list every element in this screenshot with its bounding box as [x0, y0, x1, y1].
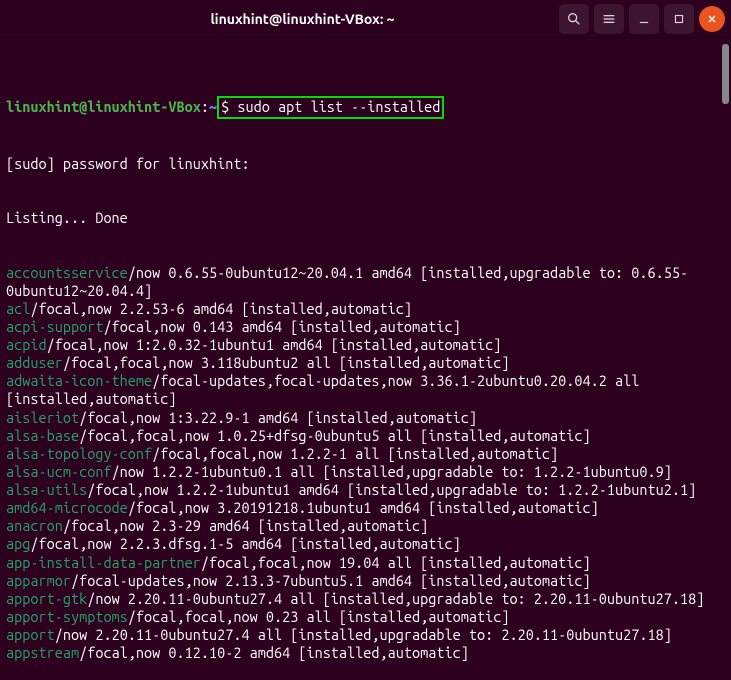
command-highlight: $ sudo apt list --installed: [217, 96, 444, 118]
titlebar-controls: [559, 4, 725, 34]
package-name: accountsservice: [6, 264, 128, 281]
package-details: /focal,focal,now 1.2.2-1 all [installed,…: [152, 445, 558, 462]
package-line: apport/now 2.20.11-0ubuntu27.4 all [inst…: [6, 626, 725, 644]
package-name: anacron: [6, 517, 63, 534]
package-name: adduser: [6, 354, 63, 371]
prompt-line: linuxhint@linuxhint-VBox:~$ sudo apt lis…: [6, 96, 725, 118]
package-line: accountsservice/now 0.6.55-0ubuntu12~20.…: [6, 264, 725, 300]
package-details: /focal,now 1:2.0.32-1ubuntu1 amd64 [inst…: [47, 336, 502, 353]
search-icon: [566, 11, 582, 27]
package-name: alsa-topology-conf: [6, 445, 152, 462]
package-details: /focal,now 2.2.3.dfsg.1-5 amd64 [install…: [30, 535, 460, 552]
maximize-icon: [672, 12, 686, 26]
package-line: apparmor/focal-updates,now 2.13.3-7ubunt…: [6, 572, 725, 590]
package-name: apg: [6, 535, 30, 552]
package-details: /now 2.20.11-0ubuntu27.4 all [installed,…: [55, 626, 672, 643]
package-line: acpi-support/focal,now 0.143 amd64 [inst…: [6, 318, 725, 336]
package-details: /focal,now 1:3.22.9-1 amd64 [installed,a…: [79, 409, 477, 426]
package-line: alsa-topology-conf/focal,focal,now 1.2.2…: [6, 445, 725, 463]
package-name: alsa-utils: [6, 481, 87, 498]
package-line: amd64-microcode/focal,now 3.20191218.1ub…: [6, 499, 725, 517]
package-name: apparmor: [6, 572, 71, 589]
package-name: acpid: [6, 336, 47, 353]
package-name: appstream: [6, 644, 79, 661]
close-button[interactable]: [699, 6, 725, 32]
package-line: adduser/focal,focal,now 3.118ubuntu2 all…: [6, 354, 725, 372]
package-name: acpi-support: [6, 318, 103, 335]
package-name: amd64-microcode: [6, 499, 128, 516]
package-name: acl: [6, 300, 30, 317]
package-line: apport-gtk/now 2.20.11-0ubuntu27.4 all […: [6, 590, 725, 608]
package-name: alsa-ucm-conf: [6, 463, 112, 480]
package-line: appstream/focal,now 0.12.10-2 amd64 [ins…: [6, 644, 725, 662]
package-details: /focal,now 0.12.10-2 amd64 [installed,au…: [79, 644, 469, 661]
search-button[interactable]: [559, 4, 589, 34]
window-title: linuxhint@linuxhint-VBox: ~: [46, 11, 559, 27]
package-name: apport-symptoms: [6, 608, 128, 625]
package-details: /focal,focal,now 0.23 all [installed,aut…: [128, 608, 510, 625]
package-line: anacron/focal,now 2.3-29 amd64 [installe…: [6, 517, 725, 535]
terminal-content[interactable]: linuxhint@linuxhint-VBox:~$ sudo apt lis…: [0, 38, 731, 568]
prompt-user-host: linuxhint@linuxhint-VBox: [6, 98, 201, 115]
package-line: apport-symptoms/focal,focal,now 0.23 all…: [6, 608, 725, 626]
package-line: adwaita-icon-theme/focal-updates,focal-u…: [6, 372, 725, 408]
package-details: /focal,now 1.2.2-1ubuntu1 amd64 [install…: [87, 481, 696, 498]
titlebar: linuxhint@linuxhint-VBox: ~: [0, 0, 731, 38]
package-line: alsa-ucm-conf/now 1.2.2-1ubuntu0.1 all […: [6, 463, 725, 481]
scrollbar[interactable]: [722, 44, 729, 104]
close-icon: [706, 13, 718, 25]
package-details: /focal,focal,now 1.0.25+dfsg-0ubuntu5 al…: [79, 427, 591, 444]
minimize-icon: [637, 12, 651, 26]
minimize-button[interactable]: [629, 4, 659, 34]
package-line: acpid/focal,now 1:2.0.32-1ubuntu1 amd64 …: [6, 336, 725, 354]
package-line: app-install-data-partner/focal,focal,now…: [6, 554, 725, 572]
package-name: apport: [6, 626, 55, 643]
maximize-button[interactable]: [664, 4, 694, 34]
package-details: /focal-updates,now 2.13.3-7ubuntu5.1 amd…: [71, 572, 591, 589]
package-name: aisleriot: [6, 409, 79, 426]
package-details: /focal,now 3.20191218.1ubuntu1 amd64 [in…: [128, 499, 599, 516]
prompt-path: ~: [209, 98, 217, 115]
package-details: /focal,focal,now 3.118ubuntu2 all [insta…: [63, 354, 510, 371]
package-details: /focal,now 2.3-29 amd64 [installed,autom…: [63, 517, 428, 534]
package-name: adwaita-icon-theme: [6, 372, 152, 389]
package-details: /now 1.2.2-1ubuntu0.1 all [installed,upg…: [112, 463, 672, 480]
listing-line: Listing... Done: [6, 209, 725, 227]
menu-button[interactable]: [594, 4, 624, 34]
package-name: apport-gtk: [6, 590, 87, 607]
package-name: alsa-base: [6, 427, 79, 444]
menu-icon: [601, 11, 617, 27]
package-listing: accountsservice/now 0.6.55-0ubuntu12~20.…: [6, 264, 725, 663]
package-line: acl/focal,now 2.2.53-6 amd64 [installed,…: [6, 300, 725, 318]
package-line: alsa-utils/focal,now 1.2.2-1ubuntu1 amd6…: [6, 481, 725, 499]
package-line: alsa-base/focal,focal,now 1.0.25+dfsg-0u…: [6, 427, 725, 445]
prompt-separator: :: [201, 98, 209, 115]
package-line: aisleriot/focal,now 1:3.22.9-1 amd64 [in…: [6, 409, 725, 427]
sudo-password-line: [sudo] password for linuxhint:: [6, 155, 725, 173]
package-details: /focal,now 0.143 amd64 [installed,automa…: [103, 318, 460, 335]
package-details: /focal,now 2.2.53-6 amd64 [installed,aut…: [30, 300, 412, 317]
package-line: apg/focal,now 2.2.3.dfsg.1-5 amd64 [inst…: [6, 535, 725, 553]
package-details: /now 2.20.11-0ubuntu27.4 all [installed,…: [87, 590, 704, 607]
